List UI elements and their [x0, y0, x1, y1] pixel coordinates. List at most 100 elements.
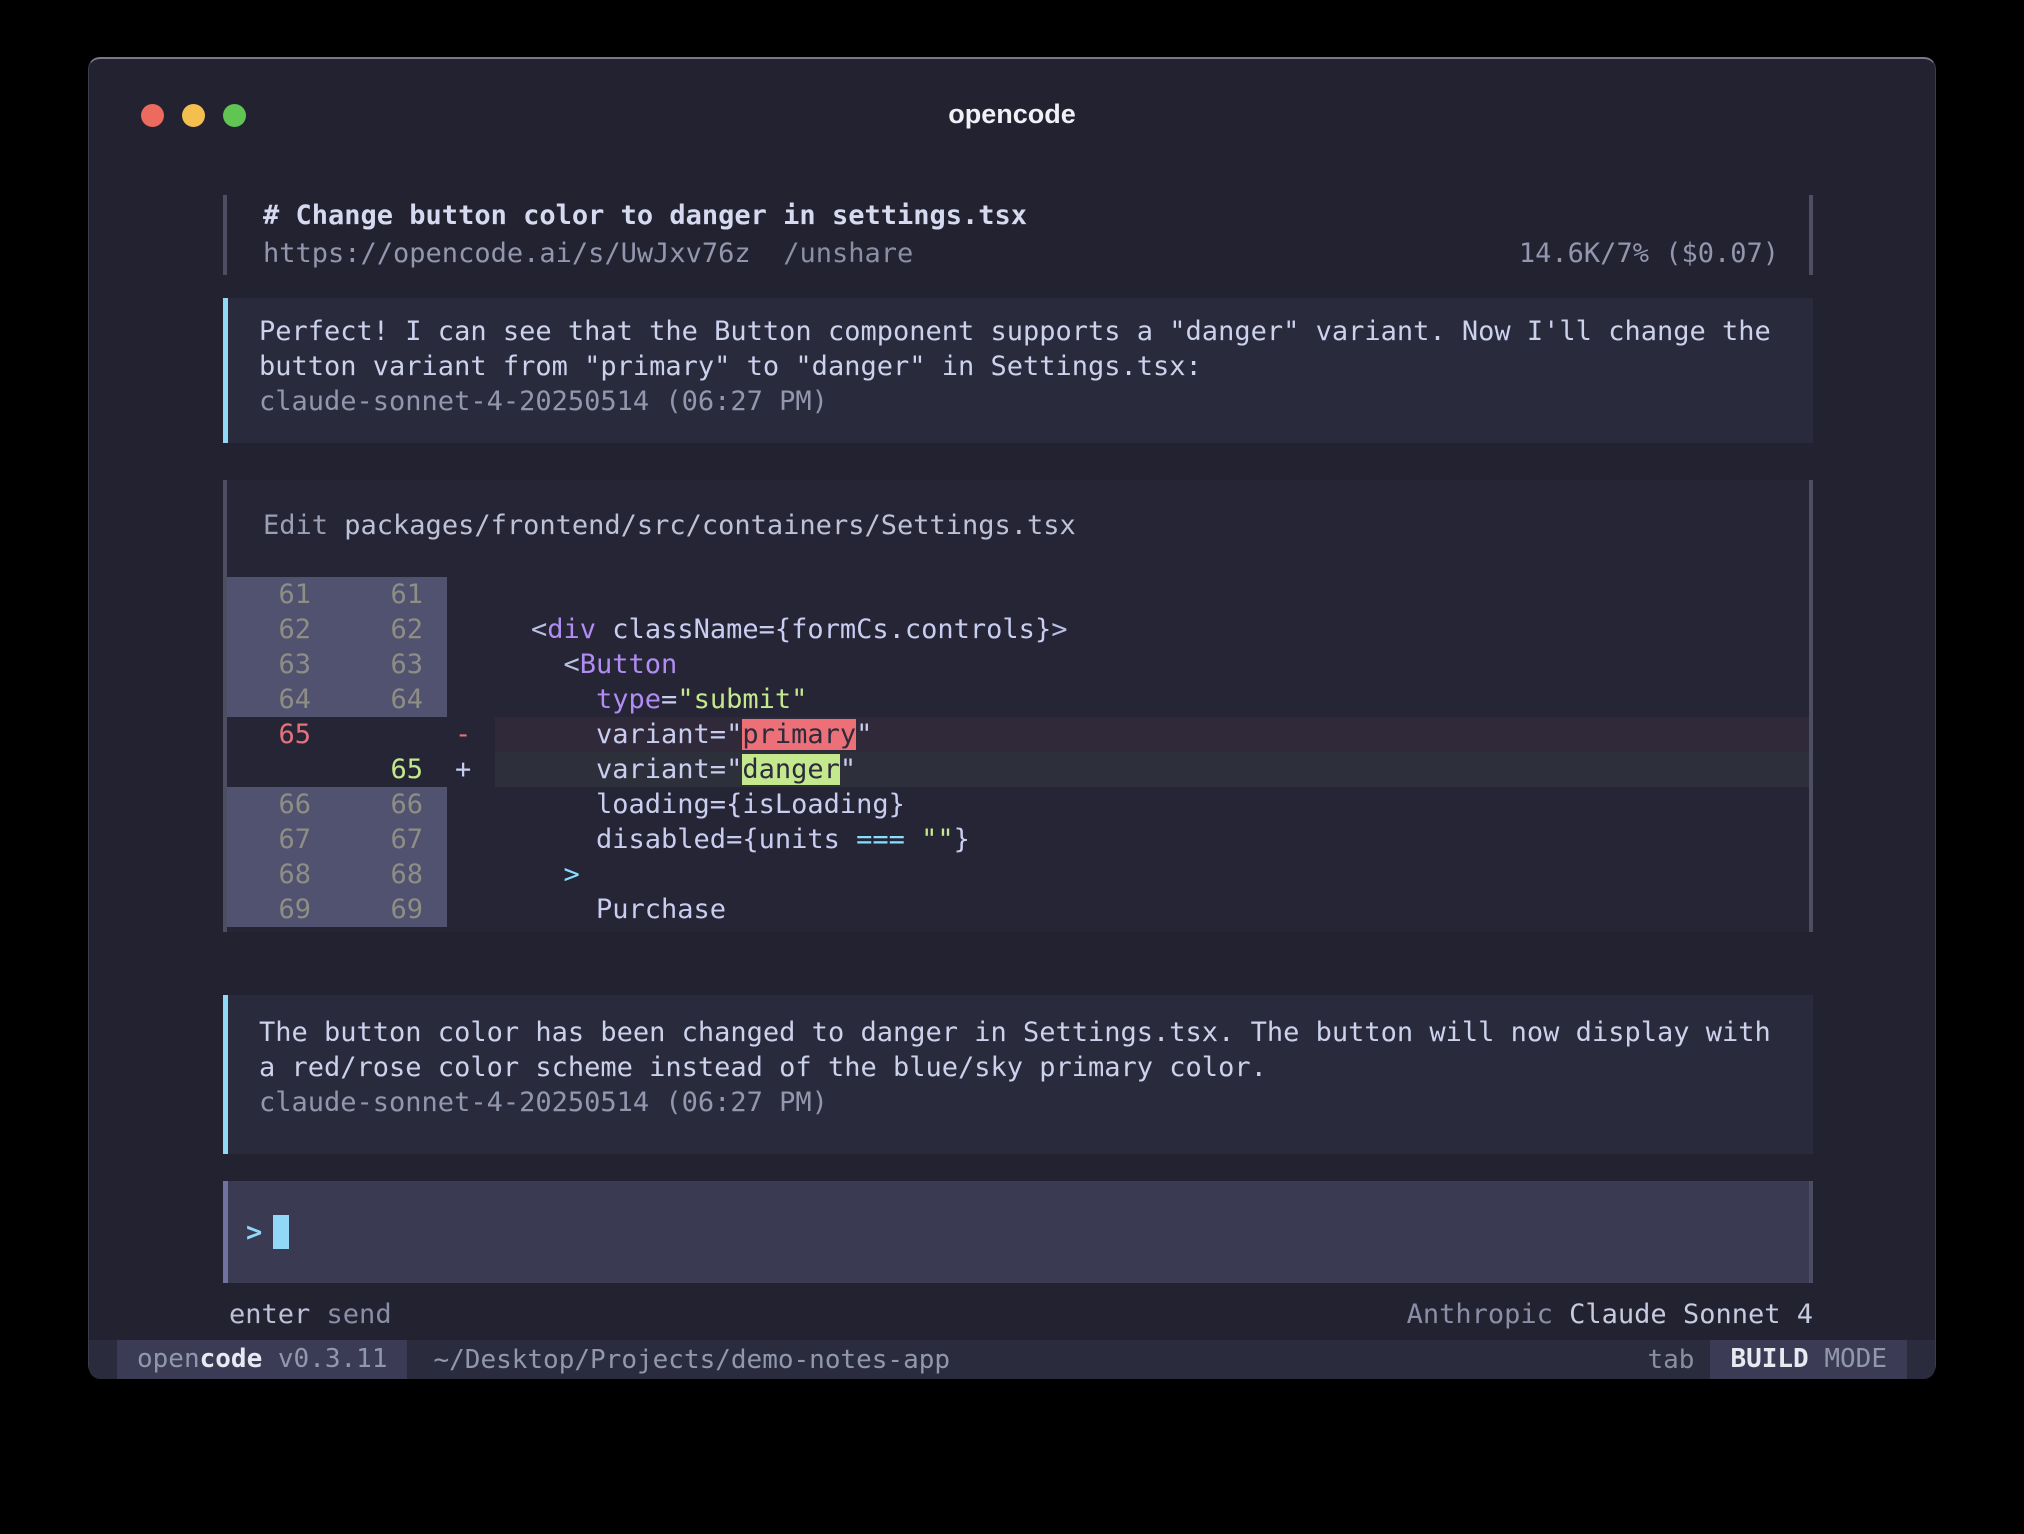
code-segment: Purchase [531, 894, 726, 925]
brand-version-segment: opencode v0.3.11 [117, 1340, 407, 1379]
code-segment: "submit" [677, 684, 807, 715]
diff-marker [447, 892, 495, 927]
code-segment: < [531, 614, 547, 645]
old-line-number: 69 [227, 892, 335, 927]
code-segment: > [1051, 614, 1067, 645]
diff-marker: - [447, 717, 495, 752]
mode-label: MODE [1809, 1344, 1887, 1374]
code-segment: type [531, 684, 661, 715]
code-line: variant="primary" [495, 717, 1809, 752]
prompt-symbol: > [246, 1217, 262, 1248]
hints-row: enter send Anthropic Claude Sonnet 4 [229, 1297, 1813, 1332]
assistant-message: The button color has been changed to dan… [223, 995, 1813, 1154]
mode-name: BUILD [1730, 1344, 1808, 1374]
text-cursor [273, 1215, 289, 1249]
session-title: # Change button color to danger in setti… [263, 197, 1779, 235]
old-line-number: 68 [227, 857, 335, 892]
model-name: Claude Sonnet 4 [1569, 1299, 1813, 1330]
enter-key-hint: enter [229, 1299, 310, 1330]
brand-code: code [200, 1344, 263, 1374]
diff-marker [447, 822, 495, 857]
diff-row: 65- variant="primary" [227, 717, 1809, 752]
diff-row: 6767 disabled={units === ""} [227, 822, 1809, 857]
diff-table: 61616262<div className={formCs.controls}… [227, 577, 1809, 927]
send-label: send [327, 1299, 392, 1330]
code-segment [905, 824, 921, 855]
code-segment: loading={isLoading} [531, 789, 905, 820]
code-segment: variant=" [531, 754, 742, 785]
edit-tool-title: Edit packages/frontend/src/containers/Se… [227, 508, 1809, 543]
diff-marker [447, 857, 495, 892]
window-title: opencode [89, 99, 1935, 130]
code-segment: === [856, 824, 905, 855]
opencode-window: opencode # Change button color to danger… [88, 57, 1936, 1377]
diff-row: 6262<div className={formCs.controls}> [227, 612, 1809, 647]
code-segment: = [661, 684, 677, 715]
diff-row: 6666 loading={isLoading} [227, 787, 1809, 822]
new-line-number: 62 [335, 612, 447, 647]
code-line: <Button [495, 647, 1809, 682]
status-bar: opencode v0.3.11 ~/Desktop/Projects/demo… [89, 1340, 1935, 1379]
code-segment: < [531, 649, 580, 680]
old-line-number [227, 752, 335, 787]
edit-file-path: packages/frontend/src/containers/Setting… [344, 510, 1076, 541]
app-version: v0.3.11 [262, 1344, 387, 1374]
send-hint: enter send [229, 1297, 392, 1332]
unshare-command[interactable]: /unshare [783, 238, 913, 269]
diff-marker [447, 682, 495, 717]
status-bar-right: tab BUILD MODE [1647, 1340, 1907, 1379]
diff-marker [447, 787, 495, 822]
assistant-message: Perfect! I can see that the Button compo… [223, 298, 1813, 443]
code-segment: "" [921, 824, 954, 855]
diff-marker [447, 577, 495, 612]
new-line-number: 66 [335, 787, 447, 822]
code-segment: className={formCs.controls} [596, 614, 1051, 645]
new-line-number: 64 [335, 682, 447, 717]
code-line: <div className={formCs.controls}> [495, 612, 1809, 647]
edit-tool-block: Edit packages/frontend/src/containers/Se… [223, 480, 1813, 932]
code-segment: variant=" [531, 719, 742, 750]
diff-row: 6161 [227, 577, 1809, 612]
old-line-number: 63 [227, 647, 335, 682]
new-line-number: 69 [335, 892, 447, 927]
code-segment: " [856, 719, 872, 750]
mode-toggle[interactable]: BUILD MODE [1710, 1340, 1907, 1379]
diff-marker [447, 647, 495, 682]
new-line-number [335, 717, 447, 752]
code-line: variant="danger" [495, 752, 1809, 787]
prompt-input[interactable]: > [223, 1181, 1813, 1283]
message-line: Perfect! I can see that the Button compo… [259, 314, 1777, 349]
share-url[interactable]: https://opencode.ai/s/UwJxv76z [263, 238, 751, 269]
code-segment: Button [580, 649, 678, 680]
model-provider: Anthropic [1407, 1299, 1553, 1330]
diff-row: 6363 <Button [227, 647, 1809, 682]
new-line-number: 68 [335, 857, 447, 892]
new-line-number: 67 [335, 822, 447, 857]
message-line: button variant from "primary" to "danger… [259, 349, 1777, 384]
code-line: disabled={units === ""} [495, 822, 1809, 857]
code-line: loading={isLoading} [495, 787, 1809, 822]
code-line [495, 577, 1809, 612]
code-segment: danger [742, 754, 840, 785]
model-indicator[interactable]: Anthropic Claude Sonnet 4 [1407, 1297, 1813, 1332]
share-line: https://opencode.ai/s/UwJxv76z /unshare [263, 235, 913, 273]
message-line: The button color has been changed to dan… [259, 1015, 1777, 1050]
working-directory: ~/Desktop/Projects/demo-notes-app [433, 1345, 950, 1375]
diff-marker: + [447, 752, 495, 787]
code-segment: > [531, 859, 580, 890]
old-line-number: 66 [227, 787, 335, 822]
code-segment: } [954, 824, 970, 855]
code-segment: div [547, 614, 596, 645]
edit-verb: Edit [263, 510, 344, 541]
diff-row: 6464 type="submit" [227, 682, 1809, 717]
new-line-number: 63 [335, 647, 447, 682]
screen: opencode # Change button color to danger… [0, 0, 2024, 1534]
new-line-number: 61 [335, 577, 447, 612]
message-line: a red/rose color scheme instead of the b… [259, 1050, 1777, 1085]
old-line-number: 67 [227, 822, 335, 857]
diff-row: 65+ variant="danger" [227, 752, 1809, 787]
code-segment: disabled={units [531, 824, 856, 855]
new-line-number: 65 [335, 752, 447, 787]
message-meta: claude-sonnet-4-20250514 (06:27 PM) [259, 1085, 1777, 1120]
tab-key-hint: tab [1647, 1345, 1694, 1375]
